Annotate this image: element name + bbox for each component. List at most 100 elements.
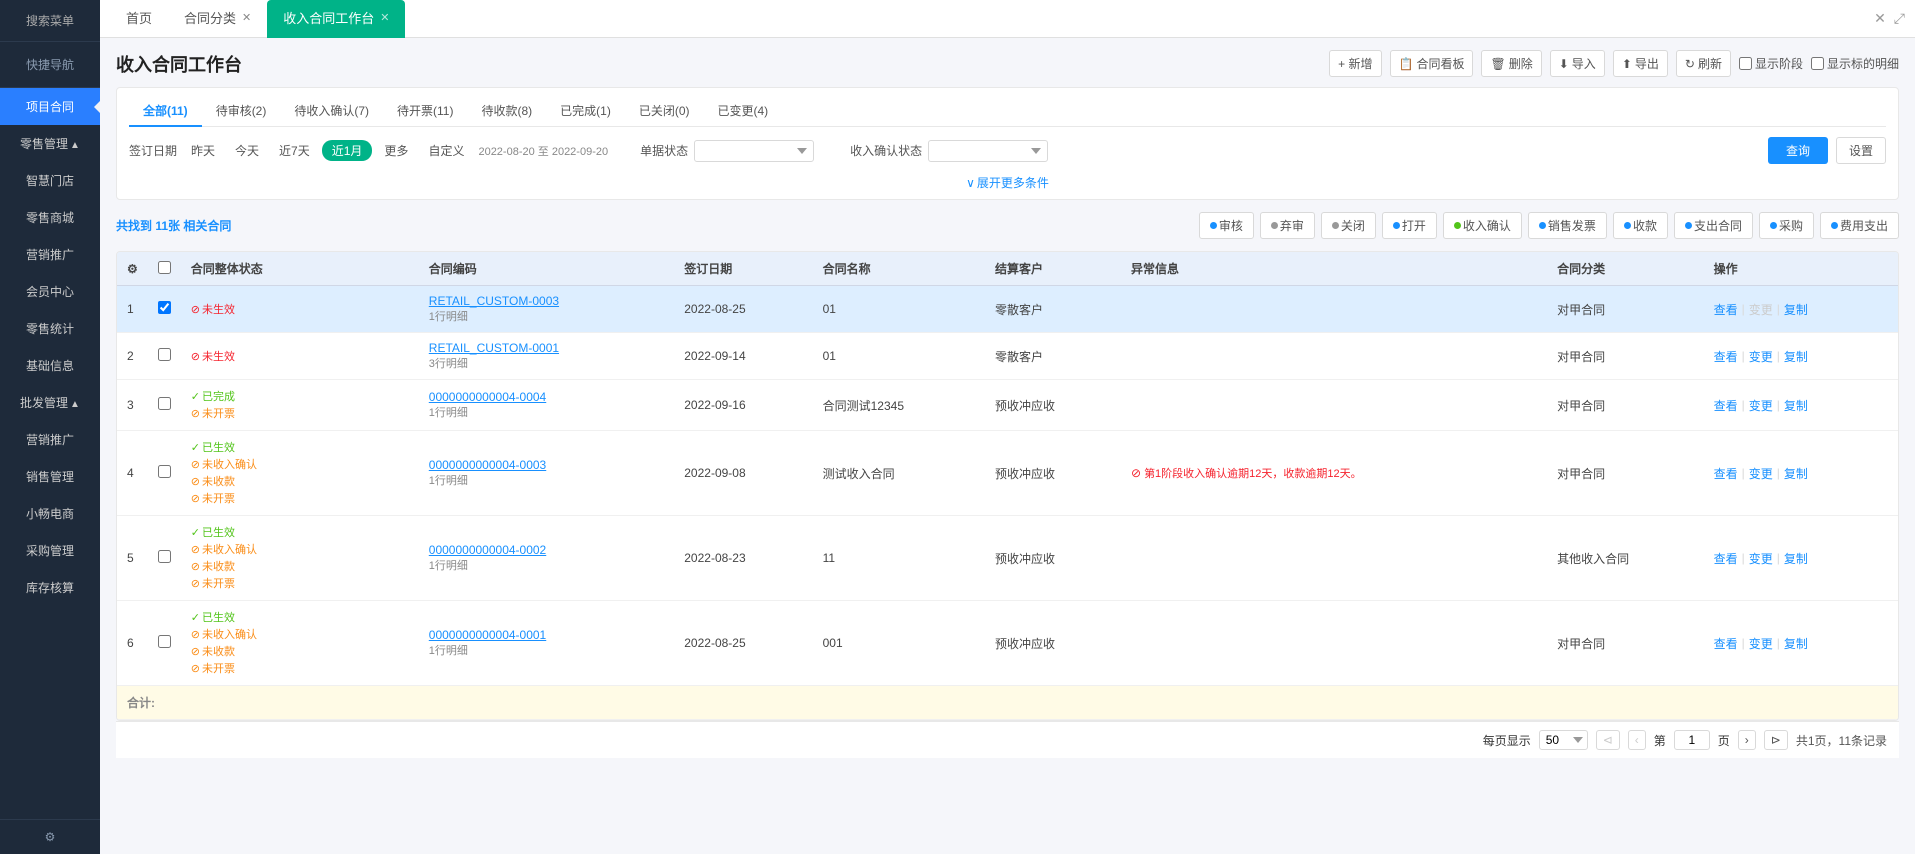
action-查看-0[interactable]: 查看 (1714, 301, 1738, 318)
action-变更-2[interactable]: 变更 (1749, 397, 1773, 414)
sidebar-item-wholesale[interactable]: 批发管理▲ (0, 384, 100, 421)
action-复制-2[interactable]: 复制 (1784, 397, 1808, 414)
import-button[interactable]: ⬇ 导入 (1550, 50, 1605, 77)
contract-code-link-3[interactable]: 0000000000004-0003 (429, 458, 546, 472)
window-expand-icon[interactable]: ⤢ (1894, 10, 1905, 27)
action-links-3: 查看 | 变更 | 复制 (1714, 465, 1888, 482)
action-查看-2[interactable]: 查看 (1714, 397, 1738, 414)
sidebar-item-ecommerce[interactable]: 小畅电商 (0, 495, 100, 532)
row-checkbox-2[interactable] (158, 397, 171, 410)
row-checkbox-4[interactable] (158, 550, 171, 563)
date-option-last1month[interactable]: 近1月 (322, 140, 373, 161)
tab-close-income-workbench[interactable]: ✕ (380, 11, 389, 24)
date-option-today[interactable]: 今天 (227, 140, 267, 161)
filter-tab-pending-payment[interactable]: 待收款(8) (467, 96, 546, 127)
contract-code-link-5[interactable]: 0000000000004-0001 (429, 628, 546, 642)
doc-status-select[interactable] (694, 140, 814, 162)
sidebar-item-member[interactable]: 会员中心 (0, 273, 100, 310)
filter-tab-pending-invoice[interactable]: 待开票(11) (383, 96, 467, 127)
date-option-more[interactable]: 更多 (376, 140, 416, 161)
filter-tab-closed[interactable]: 已关闭(0) (625, 96, 704, 127)
delete-button[interactable]: 🗑 删除 (1481, 50, 1541, 77)
sidebar-item-marketing[interactable]: 营销推广 (0, 236, 100, 273)
action-变更-4[interactable]: 变更 (1749, 550, 1773, 567)
action-复制-1[interactable]: 复制 (1784, 348, 1808, 365)
tab-close-contract-category[interactable]: ✕ (242, 11, 251, 24)
row-checkbox-1[interactable] (158, 348, 171, 361)
tab-income-workbench[interactable]: 收入合同工作台✕ (267, 0, 405, 38)
action-btn-fee-out[interactable]: 费用支出 (1820, 212, 1899, 239)
action-复制-3[interactable]: 复制 (1784, 465, 1808, 482)
action-变更-5[interactable]: 变更 (1749, 635, 1773, 652)
sidebar-item-smart-store[interactable]: 智慧门店 (0, 162, 100, 199)
show-stages-checkbox[interactable]: 显示阶段 (1739, 55, 1803, 72)
new-button[interactable]: + 新增 (1329, 50, 1381, 77)
sidebar-item-project[interactable]: 项目合同 (0, 88, 100, 125)
contract-code-link-2[interactable]: 0000000000004-0004 (429, 390, 546, 404)
action-btn-expense-out[interactable]: 支出合同 (1674, 212, 1753, 239)
contract-panel-button[interactable]: 📋 合同看板 (1390, 50, 1474, 77)
per-page-select[interactable]: 102050100 (1539, 730, 1588, 750)
row-status: ⊘未生效 (181, 333, 419, 380)
action-查看-3[interactable]: 查看 (1714, 465, 1738, 482)
action-查看-1[interactable]: 查看 (1714, 348, 1738, 365)
expand-filters-button[interactable]: ∨ 展开更多条件 (966, 174, 1049, 191)
action-btn-close[interactable]: 关闭 (1321, 212, 1376, 239)
first-page-button[interactable]: ⊲ (1596, 730, 1620, 750)
sidebar-item-sales[interactable]: 销售管理 (0, 458, 100, 495)
last-page-button[interactable]: ⊳ (1764, 730, 1788, 750)
action-查看-4[interactable]: 查看 (1714, 550, 1738, 567)
action-btn-income-confirm[interactable]: 收入确认 (1443, 212, 1522, 239)
set-button[interactable]: 设置 (1836, 137, 1886, 164)
action-变更-3[interactable]: 变更 (1749, 465, 1773, 482)
sidebar-item-retail[interactable]: 零售管理▲ (0, 125, 100, 162)
action-btn-sales-invoice[interactable]: 销售发票 (1528, 212, 1607, 239)
tab-home[interactable]: 首页 (110, 0, 168, 38)
next-page-button[interactable]: › (1738, 730, 1756, 750)
action-复制-0[interactable]: 复制 (1784, 301, 1808, 318)
filter-tab-completed[interactable]: 已完成(1) (546, 96, 625, 127)
show-details-checkbox[interactable]: 显示标的明细 (1811, 55, 1899, 72)
action-btn-collection[interactable]: 收款 (1613, 212, 1668, 239)
sidebar-item-marketing2[interactable]: 营销推广 (0, 421, 100, 458)
date-option-yesterday[interactable]: 昨天 (183, 140, 223, 161)
refresh-button[interactable]: ↻ 刷新 (1676, 50, 1731, 77)
action-复制-4[interactable]: 复制 (1784, 550, 1808, 567)
filter-tab-pending-confirm[interactable]: 待收入确认(7) (280, 96, 383, 127)
action-btn-print[interactable]: 打开 (1382, 212, 1437, 239)
filter-tab-all[interactable]: 全部(11) (129, 96, 202, 127)
date-option-last7[interactable]: 近7天 (271, 140, 318, 161)
contract-code-link-0[interactable]: RETAIL_CUSTOM-0003 (429, 294, 559, 308)
page-input[interactable] (1674, 730, 1710, 750)
contract-code-link-4[interactable]: 0000000000004-0002 (429, 543, 546, 557)
row-checkbox-0[interactable] (158, 301, 171, 314)
export-button[interactable]: ⬆ 导出 (1613, 50, 1668, 77)
window-close-icon[interactable]: ✕ (1874, 10, 1886, 27)
action-btn-purchase[interactable]: 采购 (1759, 212, 1814, 239)
filter-tab-changed[interactable]: 已变更(4) (704, 96, 783, 127)
row-checkbox-3[interactable] (158, 465, 171, 478)
prev-page-button[interactable]: ‹ (1628, 730, 1646, 750)
action-btn-review[interactable]: 审核 (1199, 212, 1254, 239)
row-checkbox-5[interactable] (158, 635, 171, 648)
sidebar-search[interactable]: 搜索菜单 (0, 0, 100, 42)
sidebar-item-label: 销售管理 (26, 470, 74, 484)
tab-contract-category[interactable]: 合同分类✕ (168, 0, 267, 38)
contract-code-link-1[interactable]: RETAIL_CUSTOM-0001 (429, 341, 559, 355)
sidebar-nav-label[interactable]: 快捷导航 (0, 50, 100, 79)
sidebar-item-retail-stat[interactable]: 零售统计 (0, 310, 100, 347)
filter-tab-pending-review[interactable]: 待审核(2) (202, 96, 281, 127)
query-button[interactable]: 查询 (1768, 137, 1828, 164)
date-option-custom[interactable]: 自定义 (420, 140, 472, 161)
income-confirm-select[interactable] (928, 140, 1048, 162)
sidebar-item-inventory[interactable]: 库存核算 (0, 569, 100, 606)
select-all-checkbox[interactable] (158, 261, 171, 274)
action-查看-5[interactable]: 查看 (1714, 635, 1738, 652)
action-btn-abandon[interactable]: 弃审 (1260, 212, 1315, 239)
sidebar-item-retail-mall[interactable]: 零售商城 (0, 199, 100, 236)
sidebar-item-basic-info[interactable]: 基础信息 (0, 347, 100, 384)
sidebar-settings[interactable]: ⚙ (0, 819, 100, 854)
action-变更-1[interactable]: 变更 (1749, 348, 1773, 365)
sidebar-item-purchase[interactable]: 采购管理 (0, 532, 100, 569)
action-复制-5[interactable]: 复制 (1784, 635, 1808, 652)
